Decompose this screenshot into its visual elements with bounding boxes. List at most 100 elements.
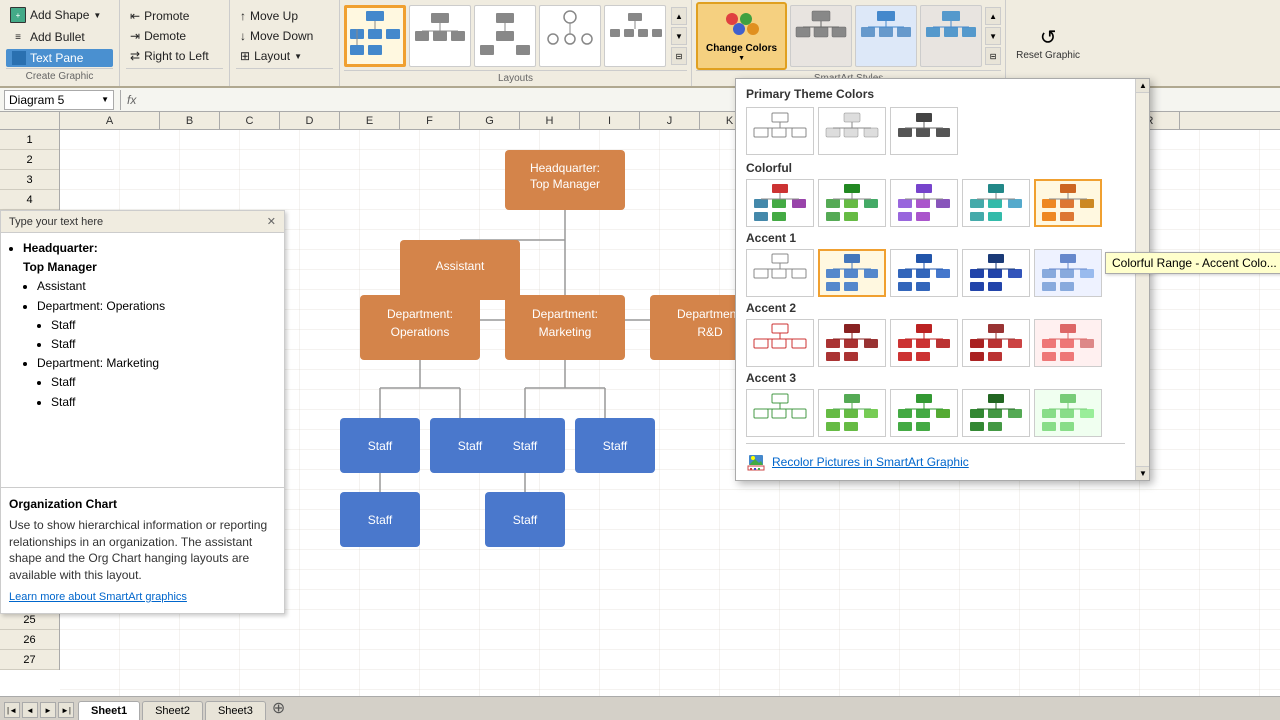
cp-accent1-3[interactable] <box>890 249 958 297</box>
text-pane-close-button[interactable]: ✕ <box>267 215 276 228</box>
cp-accent2-1[interactable] <box>746 319 814 367</box>
cp-accent2-4[interactable] <box>962 319 1030 367</box>
col-header-h[interactable]: H <box>520 112 580 129</box>
right-to-left-button[interactable]: ⇄ Right to Left <box>126 47 223 65</box>
layout-item-2[interactable] <box>409 5 471 67</box>
change-colors-button[interactable]: Change Colors ▼ <box>696 2 787 70</box>
layout-scroll-expand[interactable]: ⊟ <box>671 47 687 65</box>
text-pane-item-mktg[interactable]: Department: Marketing Staff Staff <box>37 354 276 412</box>
style-item-1[interactable] <box>790 5 852 67</box>
text-pane-item-hq[interactable]: Headquarter:Top Manager Assistant Depart… <box>23 239 276 412</box>
cp-colorful-2[interactable] <box>818 179 886 227</box>
text-pane-item-staff2[interactable]: Staff <box>51 335 276 354</box>
sheet-nav-first[interactable]: |◄ <box>4 702 20 718</box>
text-pane-item-ops[interactable]: Department: Operations Staff Staff <box>37 297 276 355</box>
cp-accent1-4[interactable] <box>962 249 1030 297</box>
sheet-nav-prev[interactable]: ◄ <box>22 702 38 718</box>
svg-text:Staff: Staff <box>513 513 538 527</box>
row-h-2[interactable]: 2 <box>0 150 59 170</box>
cp-colorful-1[interactable] <box>746 179 814 227</box>
col-header-b[interactable]: B <box>160 112 220 129</box>
layout-item-5[interactable] <box>604 5 666 67</box>
col-header-e[interactable]: E <box>340 112 400 129</box>
sheet-nav-next[interactable]: ► <box>40 702 56 718</box>
colorful-label: Colorful <box>746 161 1125 175</box>
cp-accent2-5[interactable] <box>1034 319 1102 367</box>
cp-accent3-3[interactable] <box>890 389 958 437</box>
layout-item-4[interactable] <box>539 5 601 67</box>
add-bullet-button[interactable]: ≡ Add Bullet <box>6 27 113 47</box>
cp-accent3-4[interactable] <box>962 389 1030 437</box>
layout-dropdown-icon[interactable]: ▼ <box>294 52 302 61</box>
cp-accent3-1[interactable] <box>746 389 814 437</box>
cp-accent2-3[interactable] <box>890 319 958 367</box>
col-header-c[interactable]: C <box>220 112 280 129</box>
move-down-button[interactable]: ↓ Move Down <box>236 27 333 45</box>
cp-scroll-down-btn[interactable]: ▼ <box>1136 466 1150 480</box>
row-h-26[interactable]: 26 <box>0 630 59 650</box>
cp-primary-2[interactable] <box>818 107 886 155</box>
row-h-27[interactable]: 27 <box>0 650 59 670</box>
cp-accent2-2[interactable] <box>818 319 886 367</box>
reset-graphic-button[interactable]: ↺ Reset Graphic <box>1012 21 1084 65</box>
sheet-tab-3[interactable]: Sheet3 <box>205 701 266 720</box>
color-picker-dropdown: Primary Theme Colors <box>735 78 1150 481</box>
styles-scroll-down[interactable]: ▼ <box>985 27 1001 45</box>
name-box[interactable]: Diagram 5 ▼ <box>4 90 114 110</box>
cp-accent3-2[interactable] <box>818 389 886 437</box>
cp-scroll-up-btn[interactable]: ▲ <box>1136 79 1150 93</box>
text-pane-button[interactable]: Text Pane <box>6 49 113 67</box>
cp-accent1-5[interactable] <box>1034 249 1102 297</box>
cp-colorful-3[interactable] <box>890 179 958 227</box>
style-item-3[interactable] <box>920 5 982 67</box>
text-pane-item-staff1[interactable]: Staff <box>51 316 276 335</box>
style-item-2[interactable] <box>855 5 917 67</box>
cp-colorful-5-selected[interactable] <box>1034 179 1102 227</box>
col-header-d[interactable]: D <box>280 112 340 129</box>
recolor-pictures-button[interactable]: Recolor Pictures in SmartArt Graphic <box>740 448 1131 476</box>
col-header-j[interactable]: J <box>640 112 700 129</box>
layout-item-3[interactable] <box>474 5 536 67</box>
add-shape-dropdown-icon[interactable]: ▼ <box>93 11 101 20</box>
text-pane-learn-more-link[interactable]: Learn more about SmartArt graphics <box>9 591 187 603</box>
demote-button[interactable]: ⇥ Demote <box>126 27 223 45</box>
sheet-insert-button[interactable]: ⊕ <box>272 698 285 720</box>
layout-item-1[interactable] <box>344 5 406 67</box>
recolor-icon <box>746 452 766 472</box>
styles-scroll-up[interactable]: ▲ <box>985 7 1001 25</box>
row-h-4[interactable]: 4 <box>0 190 59 210</box>
layout-scroll-up[interactable]: ▲ <box>671 7 687 25</box>
svg-text:Staff: Staff <box>368 439 393 453</box>
styles-scroll-expand[interactable]: ⊟ <box>985 47 1001 65</box>
col-header-f[interactable]: F <box>400 112 460 129</box>
col-header-a[interactable]: A <box>60 112 160 129</box>
colorful-section: Colorful <box>740 159 1131 229</box>
sheet-nav-last[interactable]: ►| <box>58 702 74 718</box>
cp-colorful-4[interactable] <box>962 179 1030 227</box>
change-colors-dropdown-icon[interactable]: ▼ <box>738 55 745 62</box>
text-pane-list[interactable]: Headquarter:Top Manager Assistant Depart… <box>1 233 284 488</box>
sheet-tab-1[interactable]: Sheet1 <box>78 701 140 720</box>
text-pane-item-asst[interactable]: Assistant <box>37 277 276 296</box>
text-pane-item-staff3[interactable]: Staff <box>51 373 276 392</box>
row-h-1[interactable]: 1 <box>0 130 59 150</box>
accent3-row <box>746 389 1125 437</box>
col-header-i[interactable]: I <box>580 112 640 129</box>
name-box-dropdown[interactable]: ▼ <box>101 95 109 104</box>
row-h-3[interactable]: 3 <box>0 170 59 190</box>
layout-button[interactable]: ⊞ Layout ▼ <box>236 47 333 65</box>
move-group: ↑ Move Up ↓ Move Down ⊞ Layout ▼ <box>230 0 340 86</box>
text-pane-item-staff4[interactable]: Staff <box>51 393 276 412</box>
add-shape-button[interactable]: + Add Shape ▼ <box>6 5 113 25</box>
cp-accent3-5[interactable] <box>1034 389 1102 437</box>
cp-accent1-2-selected[interactable] <box>818 249 886 297</box>
sheet-tab-2[interactable]: Sheet2 <box>142 701 203 720</box>
cp-accent1-1[interactable] <box>746 249 814 297</box>
promote-button[interactable]: ⇤ Promote <box>126 7 223 25</box>
svg-text:Staff: Staff <box>458 439 483 453</box>
cp-primary-3[interactable] <box>890 107 958 155</box>
col-header-g[interactable]: G <box>460 112 520 129</box>
cp-primary-1[interactable] <box>746 107 814 155</box>
layout-scroll-down[interactable]: ▼ <box>671 27 687 45</box>
move-up-button[interactable]: ↑ Move Up <box>236 7 333 25</box>
